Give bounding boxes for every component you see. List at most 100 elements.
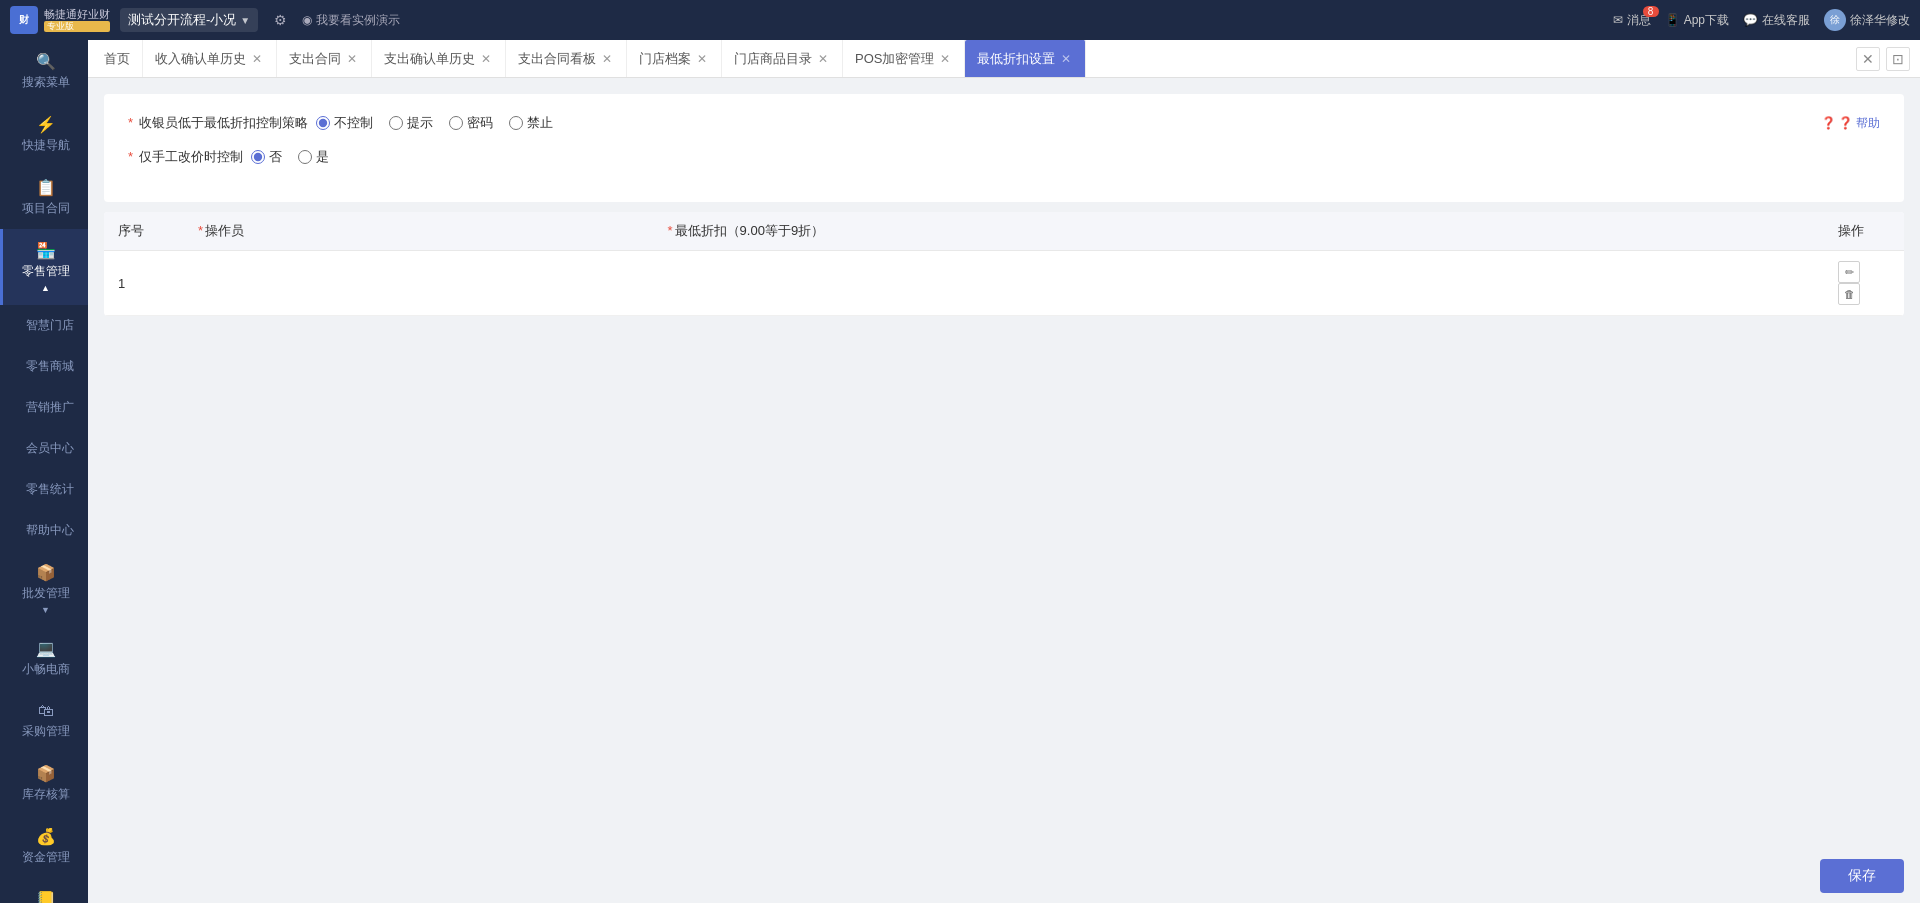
tab-min-discount-close[interactable]: ✕ (1059, 52, 1073, 66)
tab-close-all-btn[interactable]: ✕ (1856, 47, 1880, 71)
sidebar-item-inventory[interactable]: 📦 库存核算 (0, 752, 88, 815)
sidebar-label-ecommerce: 小畅电商 (22, 661, 70, 678)
sidebar-label-inventory: 库存核算 (22, 786, 70, 803)
tab-payment-board[interactable]: 支出合同看板 ✕ (506, 40, 627, 78)
cashier-password-label: 密码 (467, 114, 493, 132)
settings-icon-btn[interactable]: ⚙ (266, 6, 294, 34)
tab-store-profile[interactable]: 门店档案 ✕ (627, 40, 722, 78)
tab-pos-password-label: POS加密管理 (855, 50, 934, 68)
sidebar-item-marketing[interactable]: 营销推广 (0, 387, 88, 428)
user-menu-btn[interactable]: 徐 徐泽华修改 (1824, 9, 1910, 31)
cell-min-discount (654, 251, 1824, 316)
chevron-down-icon: ▼ (240, 15, 250, 26)
tab-income-history-close[interactable]: ✕ (250, 52, 264, 66)
tab-payment-board-close[interactable]: ✕ (600, 52, 614, 66)
tab-payment-history-close[interactable]: ✕ (479, 52, 493, 66)
project-name: 测试分开流程-小况 (128, 11, 236, 29)
cashier-forbid-label: 禁止 (527, 114, 553, 132)
demo-link[interactable]: ◉ 我要看实例演示 (302, 12, 400, 29)
manual-yes-radio[interactable] (298, 150, 312, 164)
th-min-discount: *最低折扣（9.00等于9折） (654, 212, 1824, 251)
app-download-label: App下载 (1684, 12, 1729, 29)
sidebar-item-search[interactable]: 🔍 搜索菜单 (0, 40, 88, 103)
sidebar-item-purchase[interactable]: 🛍 采购管理 (0, 690, 88, 752)
sidebar-item-retail[interactable]: 🏪 零售管理 ▲ (0, 229, 88, 305)
tab-home-label: 首页 (104, 50, 130, 68)
sidebar-label-purchase: 采购管理 (22, 723, 70, 740)
message-btn[interactable]: ✉ 消息 8 (1613, 12, 1651, 29)
tab-payment-history[interactable]: 支出确认单历史 ✕ (372, 40, 506, 78)
header-center: 测试分开流程-小况 ▼ ⚙ ◉ 我要看实例演示 (110, 6, 1613, 34)
sidebar-item-member[interactable]: 会员中心 (0, 428, 88, 469)
content-area: 首页 收入确认单历史 ✕ 支出合同 ✕ 支出确认单历史 ✕ 支出合同看板 ✕ 门… (88, 40, 1920, 903)
manual-yes[interactable]: 是 (298, 148, 329, 166)
sidebar: 🔍 搜索菜单 ⚡ 快捷导航 📋 项目合同 🏪 零售管理 ▲ 智慧门店 零售商城 … (0, 40, 88, 903)
sidebar-label-project: 项目合同 (22, 200, 70, 217)
tab-bar: 首页 收入确认单历史 ✕ 支出合同 ✕ 支出确认单历史 ✕ 支出合同看板 ✕ 门… (88, 40, 1920, 78)
cashier-forbid-radio[interactable] (509, 116, 523, 130)
sidebar-item-smart-store[interactable]: 智慧门店 (0, 305, 88, 346)
project-selector[interactable]: 测试分开流程-小况 ▼ (120, 8, 258, 32)
sidebar-label-wholesale: 批发管理 (22, 585, 70, 602)
th-seq: 序号 (104, 212, 184, 251)
help-link[interactable]: ❓ ❓ 帮助 (1821, 115, 1880, 132)
table-header-row: 序号 *操作员 *最低折扣（9.00等于9折） 操作 (104, 212, 1904, 251)
manual-no[interactable]: 否 (251, 148, 282, 166)
wholesale-icon: 📦 (36, 563, 56, 582)
th-operator: *操作员 (184, 212, 654, 251)
chevron-down-icon: ▼ (41, 605, 50, 615)
chevron-up-icon: ▲ (41, 283, 50, 293)
sidebar-label-finance: 资金管理 (22, 849, 70, 866)
quicknav-icon: ⚡ (36, 115, 56, 134)
sidebar-item-ecommerce[interactable]: 💻 小畅电商 (0, 627, 88, 690)
tab-store-catalog[interactable]: 门店商品目录 ✕ (722, 40, 843, 78)
online-service-btn[interactable]: 💬 在线客服 (1743, 12, 1810, 29)
demo-circle-icon: ◉ (302, 13, 312, 27)
sidebar-label-retail-stats: 零售统计 (26, 481, 74, 498)
pro-tag: 专业版 (44, 21, 110, 32)
cashier-remind-radio[interactable] (389, 116, 403, 130)
tab-store-profile-close[interactable]: ✕ (695, 52, 709, 66)
tab-payment-contract[interactable]: 支出合同 ✕ (277, 40, 372, 78)
tab-home[interactable]: 首页 (92, 40, 143, 78)
sidebar-item-wholesale[interactable]: 📦 批发管理 ▼ (0, 551, 88, 627)
sidebar-item-quicknav[interactable]: ⚡ 快捷导航 (0, 103, 88, 166)
tab-payment-history-label: 支出确认单历史 (384, 50, 475, 68)
tab-min-discount[interactable]: 最低折扣设置 ✕ (965, 40, 1086, 78)
app-download-btn[interactable]: 📱 App下载 (1665, 12, 1729, 29)
header-logo: 财 畅捷通好业财 专业版 (10, 6, 110, 34)
inventory-icon: 📦 (36, 764, 56, 783)
tab-expand-btn[interactable]: ⊡ (1886, 47, 1910, 71)
cashier-no-control-label: 不控制 (334, 114, 373, 132)
sidebar-item-help[interactable]: 帮助中心 (0, 510, 88, 551)
tab-payment-contract-close[interactable]: ✕ (345, 52, 359, 66)
accounting-icon: 📒 (36, 890, 56, 903)
required-star-cashier: * (128, 115, 133, 130)
sidebar-item-retail-stats[interactable]: 零售统计 (0, 469, 88, 510)
tab-payment-board-label: 支出合同看板 (518, 50, 596, 68)
sidebar-label-help: 帮助中心 (26, 522, 74, 539)
cashier-password-radio[interactable] (449, 116, 463, 130)
save-button[interactable]: 保存 (1820, 859, 1904, 893)
cashier-forbid[interactable]: 禁止 (509, 114, 553, 132)
sidebar-label-member: 会员中心 (26, 440, 74, 457)
row-edit-btn[interactable]: ✏ (1838, 261, 1860, 283)
tab-income-history[interactable]: 收入确认单历史 ✕ (143, 40, 277, 78)
sidebar-item-finance[interactable]: 💰 资金管理 (0, 815, 88, 878)
cashier-password[interactable]: 密码 (449, 114, 493, 132)
manual-no-radio[interactable] (251, 150, 265, 164)
cashier-policy-label: * 收银员低于最低折扣控制策略 (128, 114, 308, 132)
cashier-remind[interactable]: 提示 (389, 114, 433, 132)
cashier-no-control[interactable]: 不控制 (316, 114, 373, 132)
cashier-policy-radio-group: 不控制 提示 密码 禁止 (316, 114, 553, 132)
cashier-no-control-radio[interactable] (316, 116, 330, 130)
main-layout: 🔍 搜索菜单 ⚡ 快捷导航 📋 项目合同 🏪 零售管理 ▲ 智慧门店 零售商城 … (0, 40, 1920, 903)
sidebar-item-online-store[interactable]: 零售商城 (0, 346, 88, 387)
sidebar-item-accounting[interactable]: 📒 总账管理 (0, 878, 88, 903)
tab-store-catalog-close[interactable]: ✕ (816, 52, 830, 66)
sidebar-item-project[interactable]: 📋 项目合同 (0, 166, 88, 229)
row-delete-btn[interactable]: 🗑 (1838, 283, 1860, 305)
tab-pos-password[interactable]: POS加密管理 ✕ (843, 40, 965, 78)
service-icon: 💬 (1743, 13, 1758, 27)
tab-pos-password-close[interactable]: ✕ (938, 52, 952, 66)
